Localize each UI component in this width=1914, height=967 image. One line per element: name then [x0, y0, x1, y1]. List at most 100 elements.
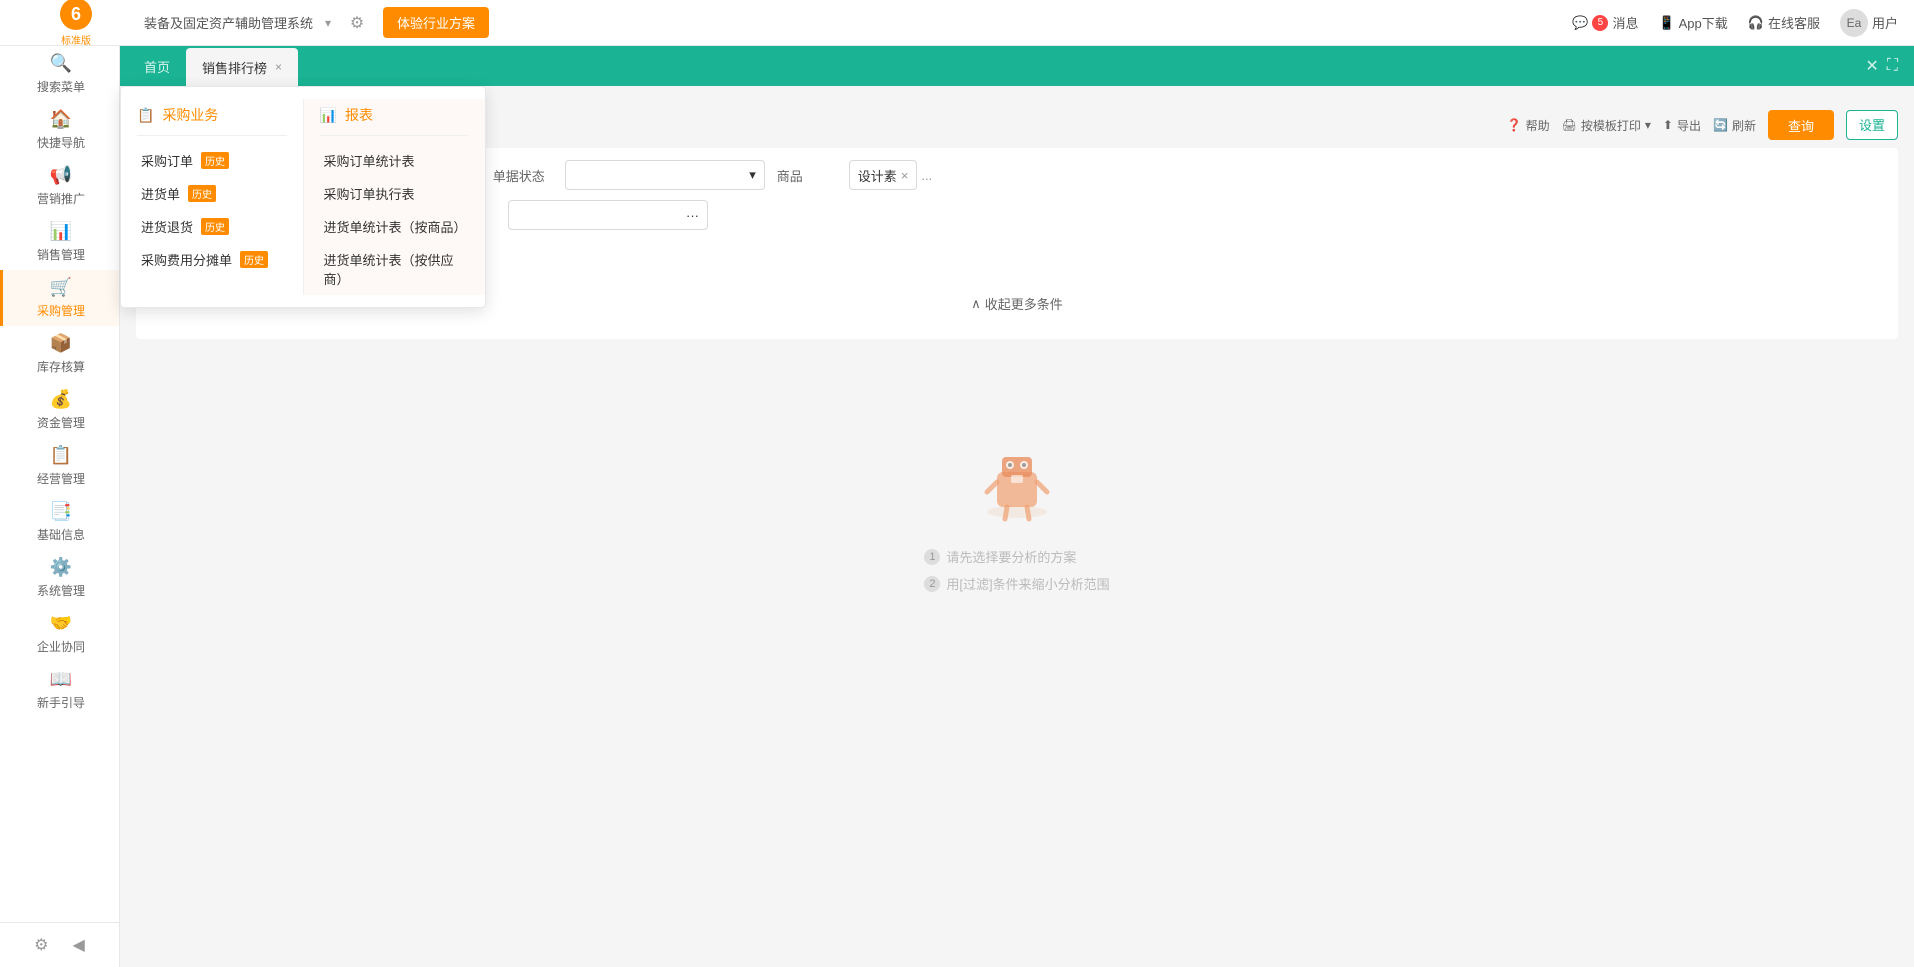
tab-home[interactable]: 首页 [128, 46, 186, 86]
hint-num-1: 1 [924, 549, 940, 565]
top-bar-right: 💬 5 消息 📱 App下载 🎧 在线客服 Ea 用户 [1572, 9, 1898, 37]
guide-icon: 📖 [50, 669, 72, 690]
sidebar-label-operations: 经营管理 [37, 470, 85, 487]
top-bar: 6 标准版 装备及固定资产辅助管理系统 ▾ ⚙ 体验行业方案 💬 5 消息 📱 … [0, 0, 1914, 46]
help-icon: ❓ [1507, 118, 1522, 132]
app-logo: 6 [60, 0, 92, 30]
print-dropdown-icon: ▾ [1645, 118, 1651, 132]
tab-sales-ranking-label: 销售排行榜 [202, 58, 267, 77]
query-btn[interactable]: 查询 [1768, 110, 1834, 140]
export-label: 导出 [1677, 117, 1701, 134]
print-btn[interactable]: 🖨 按模板打印 ▾ [1562, 117, 1651, 134]
goods-tag-text: 设计素 [858, 166, 897, 185]
hint-text-1: 请先选择要分析的方案 [946, 547, 1076, 566]
industry-solution-btn[interactable]: 体验行业方案 [383, 7, 489, 38]
sidebar-item-purchase[interactable]: 🛒 采购管理 [0, 270, 119, 326]
sidebar-settings-btn[interactable]: ⚙ [26, 931, 56, 959]
history-badge-2: 历史 [188, 185, 216, 202]
sidebar-item-marketing[interactable]: 📢 营销推广 [0, 158, 119, 214]
sidebar-label-search-menu: 搜索菜单 [37, 78, 85, 95]
settings-gear-btn[interactable]: ⚙ [343, 9, 371, 37]
export-btn[interactable]: ⬆ 导出 [1663, 117, 1701, 134]
print-label: 按模板打印 [1581, 117, 1641, 134]
home-icon: 🏠 [50, 109, 72, 130]
sidebar: 🔍 搜索菜单 🏠 快捷导航 📢 营销推广 📊 销售管理 🛒 采购管理 📦 库存核… [0, 46, 120, 967]
help-btn[interactable]: ❓ 帮助 [1507, 117, 1550, 134]
sidebar-label-purchase: 采购管理 [37, 302, 85, 319]
goods-tag: 设计素 × [849, 160, 918, 190]
purchase-in-label: 进货单 [141, 184, 180, 203]
sidebar-item-finance[interactable]: 💰 资金管理 [0, 382, 119, 438]
menu-item-purchase-expense[interactable]: 采购费用分摊单 历史 [137, 243, 287, 276]
message-btn[interactable]: 💬 5 消息 [1572, 13, 1638, 32]
finance-icon: 💰 [50, 389, 72, 410]
collapse-up-icon: ∧ [971, 296, 981, 312]
headset-icon: 🎧 [1748, 15, 1764, 31]
purchase-expense-label: 采购费用分摊单 [141, 250, 232, 269]
status-select[interactable]: ▾ [565, 160, 765, 190]
phone-icon: 📱 [1658, 15, 1674, 31]
goods-dots[interactable]: ... [921, 168, 932, 183]
inbound-stats-supplier-label: 进货单统计表（按供应商） [324, 250, 466, 288]
sidebar-item-quick-nav[interactable]: 🏠 快捷导航 [0, 102, 119, 158]
menu-item-purchase-order[interactable]: 采购订单 历史 [137, 144, 287, 177]
sales-icon: 📊 [50, 221, 72, 242]
hint-text-2: 用[过滤]条件来缩小分析范围 [946, 574, 1109, 593]
tab-home-label: 首页 [144, 57, 170, 76]
sidebar-label-inventory: 库存核算 [37, 358, 85, 375]
purchase-icon: 🛒 [50, 277, 72, 298]
menu-item-inbound-stats-goods[interactable]: 进货单统计表（按商品） [320, 210, 470, 243]
sidebar-item-enterprise[interactable]: 🤝 企业协同 [0, 606, 119, 662]
message-icon: 💬 [1572, 15, 1588, 31]
tab-expand-icon[interactable]: ⛶ [1887, 57, 1898, 75]
refresh-btn[interactable]: 🔄 刷新 [1713, 117, 1756, 134]
sidebar-label-marketing: 营销推广 [37, 190, 85, 207]
collapse-conditions-btn[interactable]: ∧ 收起更多条件 [959, 288, 1075, 319]
base-info-icon: 📑 [50, 501, 72, 522]
online-service-btn[interactable]: 🎧 在线客服 [1748, 13, 1820, 32]
purchase-header-icon: 📋 [137, 107, 154, 124]
operations-icon: 📋 [50, 445, 72, 466]
report-header-icon: 📊 [320, 107, 337, 124]
tab-bar: 首页 销售排行榜 × ✕ ⛶ [120, 46, 1914, 86]
menu-item-inbound-stats-supplier[interactable]: 进货单统计表（按供应商） [320, 243, 470, 295]
menu-item-purchase-order-stats[interactable]: 采购订单统计表 [320, 144, 470, 177]
menu-item-purchase-in[interactable]: 进货单 历史 [137, 177, 287, 210]
user-btn[interactable]: Ea 用户 [1840, 9, 1898, 37]
app-version: 标准版 [61, 32, 91, 47]
tab-close-icon[interactable]: ✕ [1865, 56, 1878, 76]
sidebar-item-base-info[interactable]: 📑 基础信息 [0, 494, 119, 550]
top-bar-center: 装备及固定资产辅助管理系统 ▾ ⚙ 体验行业方案 [136, 7, 1572, 38]
sidebar-label-guide: 新手引导 [37, 694, 85, 711]
sidebar-bottom: ⚙ ◀ [0, 922, 119, 967]
history-badge-4: 历史 [240, 251, 268, 268]
print-icon: 🖨 [1562, 118, 1577, 132]
sidebar-item-operations[interactable]: 📋 经营管理 [0, 438, 119, 494]
goods-filter-group: 设计素 × ... [849, 160, 932, 190]
sidebar-item-sales[interactable]: 📊 销售管理 [0, 214, 119, 270]
tab-close-btn[interactable]: × [275, 60, 282, 74]
sidebar-item-guide[interactable]: 📖 新手引导 [0, 662, 119, 718]
refresh-icon: 🔄 [1713, 118, 1728, 132]
sidebar-collapse-btn[interactable]: ◀ [65, 931, 93, 959]
filter-settings-btn[interactable]: 设置 [1846, 110, 1898, 140]
report-section-title: 报表 [345, 105, 373, 125]
goods-tag-close[interactable]: × [901, 168, 909, 183]
system-icon: ⚙️ [50, 557, 72, 578]
salesperson-select[interactable]: ··· [508, 200, 708, 230]
status-label: 单据状态 [493, 166, 553, 185]
sidebar-item-system[interactable]: ⚙️ 系统管理 [0, 550, 119, 606]
system-dropdown-btn[interactable]: ▾ [325, 16, 331, 30]
empty-state: 1 请先选择要分析的方案 2 用[过滤]条件来缩小分析范围 [136, 347, 1898, 673]
empty-hints: 1 请先选择要分析的方案 2 用[过滤]条件来缩小分析范围 [924, 547, 1109, 593]
export-icon: ⬆ [1663, 118, 1673, 132]
tab-sales-ranking[interactable]: 销售排行榜 × [186, 48, 298, 86]
empty-hint-1: 1 请先选择要分析的方案 [924, 547, 1109, 566]
sidebar-item-inventory[interactable]: 📦 库存核算 [0, 326, 119, 382]
sidebar-item-search-menu[interactable]: 🔍 搜索菜单 [0, 46, 119, 102]
app-download-btn[interactable]: 📱 App下载 [1658, 13, 1727, 32]
empty-illustration [967, 427, 1067, 527]
inventory-icon: 📦 [50, 333, 72, 354]
menu-item-purchase-order-exec[interactable]: 采购订单执行表 [320, 177, 470, 210]
menu-item-purchase-return[interactable]: 进货退货 历史 [137, 210, 287, 243]
